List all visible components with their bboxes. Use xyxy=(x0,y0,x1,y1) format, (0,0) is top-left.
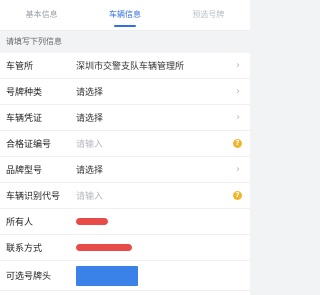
chevron-right-icon: › xyxy=(236,85,240,97)
row-label: 号牌种类 xyxy=(6,88,43,98)
redaction-mark xyxy=(76,218,108,225)
plate-prefix-value[interactable] xyxy=(76,265,242,286)
section-header: 请填写下列信息 xyxy=(0,31,250,53)
row-label: 联系方式 xyxy=(6,244,43,254)
vin-input[interactable]: 请输入 xyxy=(76,189,230,202)
certificate-number-input[interactable]: 请输入 xyxy=(76,137,230,150)
chevron-right-icon: › xyxy=(236,163,240,175)
help-circle-icon[interactable]: ? xyxy=(233,191,242,200)
row-certificate-number[interactable]: 合格证编号 请输入 ? xyxy=(0,131,250,157)
contact-value xyxy=(76,244,242,251)
row-label: 可选号牌头 xyxy=(6,272,52,282)
owner-value xyxy=(76,218,242,225)
redaction-mark xyxy=(76,244,132,251)
row-plate-prefix[interactable]: 可选号牌头 xyxy=(0,261,250,291)
chevron-right-icon: › xyxy=(236,111,240,123)
row-vin[interactable]: 车辆识别代号 请输入 ? xyxy=(0,183,250,209)
row-contact: 联系方式 xyxy=(0,235,250,261)
tab-preselect-plate[interactable]: 预选号牌 xyxy=(167,0,250,30)
row-label: 品牌型号 xyxy=(6,166,43,176)
row-brand-model[interactable]: 品牌型号 请选择 › xyxy=(0,157,250,183)
brand-model-value: 请选择 xyxy=(76,166,104,176)
row-label: 车辆凭证 xyxy=(6,114,43,124)
row-vehicle-office[interactable]: 车管所 深圳市交警支队车辆管理所 › xyxy=(0,53,250,79)
row-owner: 所有人 xyxy=(0,209,250,235)
section-title: 请填写下列信息 xyxy=(6,37,62,46)
chevron-right-icon: › xyxy=(236,59,240,71)
row-label: 车辆识别代号 xyxy=(6,192,61,202)
tab-bar: 基本信息 车辆信息 预选号牌 xyxy=(0,0,250,31)
row-label: 车管所 xyxy=(6,62,34,72)
row-label: 所有人 xyxy=(6,218,34,228)
help-circle-icon[interactable]: ? xyxy=(233,139,242,148)
tab-preselect-plate-label: 预选号牌 xyxy=(192,10,225,19)
tab-vehicle-info-label: 车辆信息 xyxy=(108,10,141,19)
tab-basic-info[interactable]: 基本信息 xyxy=(0,0,83,30)
tab-vehicle-info[interactable]: 车辆信息 xyxy=(83,0,166,30)
active-tab-indicator xyxy=(113,25,136,27)
plate-type-value: 请选择 xyxy=(76,88,104,98)
row-vehicle-certificate[interactable]: 车辆凭证 请选择 › xyxy=(0,105,250,131)
vehicle-office-value: 深圳市交警支队车辆管理所 xyxy=(76,62,185,72)
form-rows: 车管所 深圳市交警支队车辆管理所 › 号牌种类 请选择 › 车辆凭证 请选择 ›… xyxy=(0,53,250,291)
vehicle-certificate-value: 请选择 xyxy=(76,114,104,124)
tab-basic-info-label: 基本信息 xyxy=(25,10,58,19)
plate-prefix-box[interactable] xyxy=(76,265,138,286)
row-label: 合格证编号 xyxy=(6,140,52,150)
vehicle-registration-screen: 基本信息 车辆信息 预选号牌 请填写下列信息 车管所 深圳市交警支队车辆管理所 … xyxy=(0,0,250,295)
row-plate-type[interactable]: 号牌种类 请选择 › xyxy=(0,79,250,105)
